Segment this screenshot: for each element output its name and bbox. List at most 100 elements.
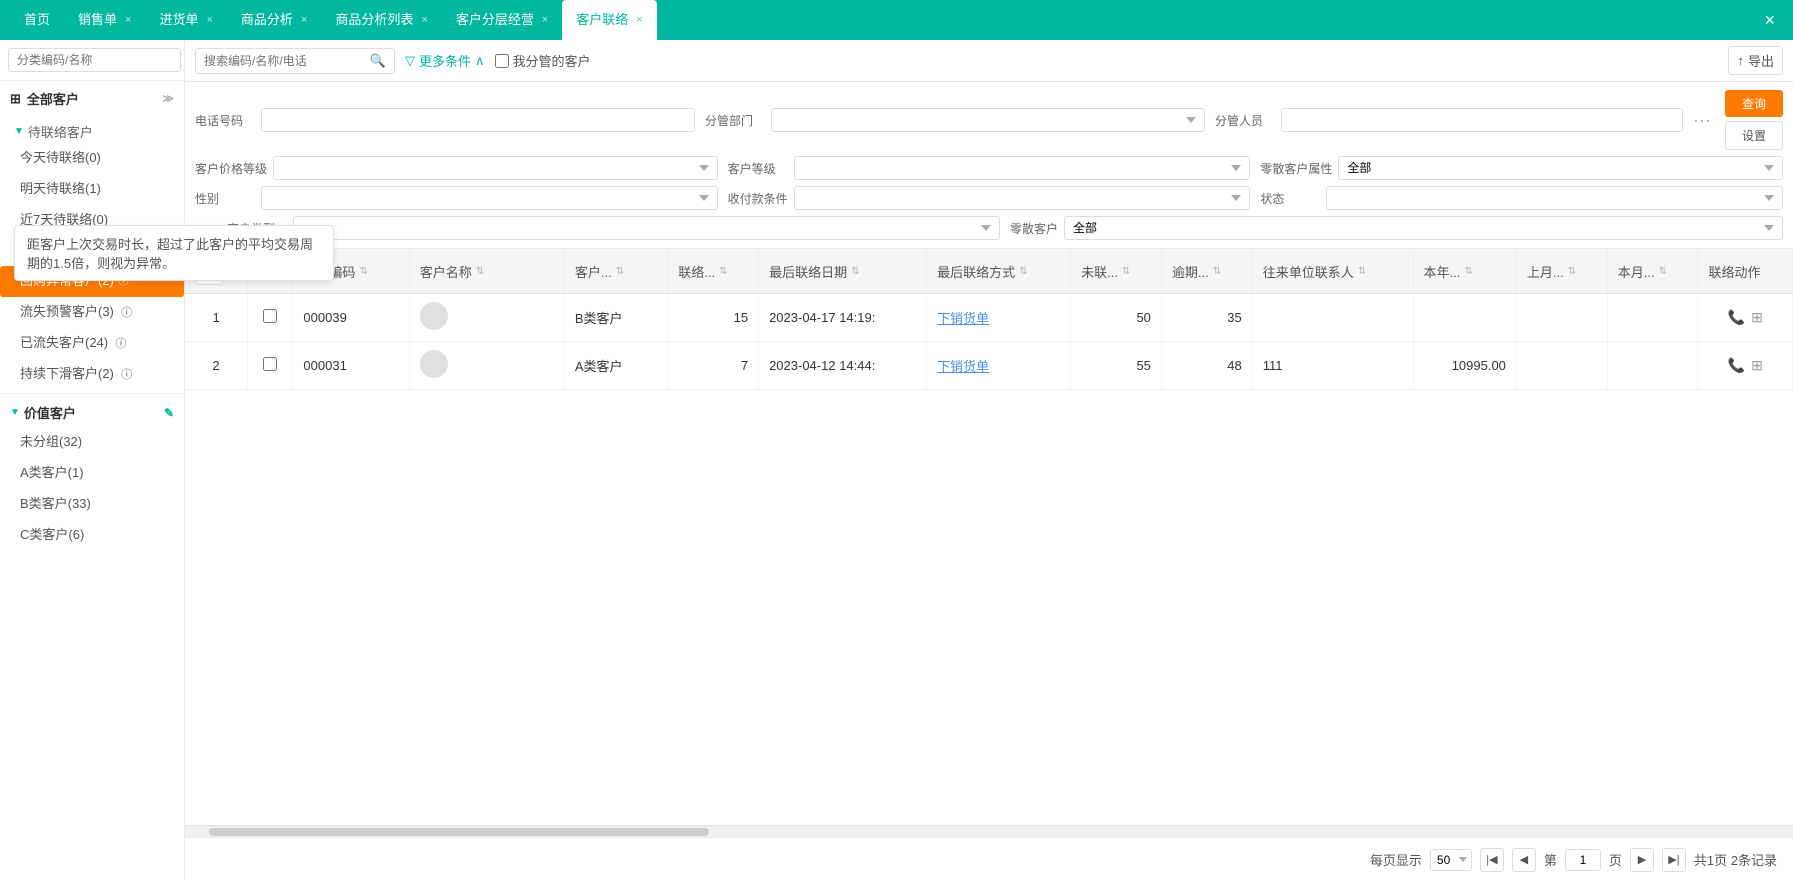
sidebar-item-losing[interactable]: 流失预警客户(3) ⓘ <box>0 297 184 328</box>
sidebar-item-declining-label: 持续下滑客户(2) <box>20 366 114 381</box>
tooltip-box: 距客户上次交易时长，超过了此客户的平均交易周期的1.5倍，则视为异常。 <box>14 225 334 281</box>
action-phone-icon-2[interactable]: 📞 <box>1728 357 1745 374</box>
nav-sales[interactable]: 销售单 × <box>64 0 145 40</box>
th-this-year-sort[interactable]: 本年... ⇅ <box>1424 262 1506 281</box>
row-checkbox-2[interactable] <box>263 357 277 371</box>
close-all-tabs-button[interactable]: × <box>1756 10 1783 31</box>
nav-product-analysis-list-label: 商品分析列表 <box>335 0 413 40</box>
waiting-contact-group[interactable]: ▼ 待联络客户 <box>0 116 184 143</box>
nav-purchase-close[interactable]: × <box>206 0 212 40</box>
sidebar-item-lost-label: 已流失客户(24) <box>20 335 108 350</box>
sidebar-item-c-class-label: C类客户(6) <box>20 527 84 542</box>
filter-status-select[interactable] <box>1326 186 1783 210</box>
page-number-input[interactable] <box>1565 849 1601 871</box>
sidebar-divider <box>0 393 184 394</box>
page-label: 第 <box>1544 850 1557 869</box>
cell-this-year-1 <box>1413 294 1516 342</box>
sidebar-item-a-class[interactable]: A类客户(1) <box>0 458 184 489</box>
nav-product-analysis-list-close[interactable]: × <box>421 0 427 40</box>
export-button[interactable]: ↑ 导出 <box>1728 46 1783 75</box>
query-button[interactable]: 查询 <box>1725 90 1783 117</box>
th-action: 联络动作 <box>1698 249 1793 294</box>
all-customers-header[interactable]: ⊞ 全部客户 ≫ <box>0 81 184 116</box>
filter-price-level-select[interactable] <box>273 156 718 180</box>
filter-dept-label: 分管部门 <box>705 112 765 129</box>
my-customers-checkbox[interactable] <box>495 54 509 68</box>
row-checkbox-1[interactable] <box>263 309 277 323</box>
sidebar-item-b-class[interactable]: B类客户(33) <box>0 489 184 520</box>
search-input[interactable] <box>204 54 364 68</box>
my-customers-label: 我分管的客户 <box>513 51 591 70</box>
row-last-way-2[interactable]: 下销货单 <box>937 359 989 374</box>
sidebar-item-tomorrow[interactable]: 明天待联络(1) <box>0 174 184 205</box>
th-type-sort[interactable]: 客户... ⇅ <box>575 262 657 281</box>
filter-gender-select[interactable] <box>261 186 718 210</box>
search-icon[interactable]: 🔍 <box>370 53 386 69</box>
row-this-year-2: 10995.00 <box>1452 358 1506 373</box>
nav-customer-contact[interactable]: 客户联络 × <box>562 0 656 40</box>
sidebar-item-declining[interactable]: 持续下滑客户(2) ⓘ <box>0 359 184 390</box>
lost-info-icon: ⓘ <box>115 338 126 350</box>
search-box: 🔍 <box>195 48 395 74</box>
sidebar-item-ungroup[interactable]: 未分组(32) <box>0 427 184 458</box>
filter-payment-select[interactable] <box>794 186 1251 210</box>
last-page-button[interactable]: ▶| <box>1662 848 1686 872</box>
row-actions-1: 📞 ⊞ <box>1708 309 1782 326</box>
person-more-icon[interactable]: ··· <box>1689 110 1715 131</box>
nav-product-analysis-close[interactable]: × <box>301 0 307 40</box>
nav-home[interactable]: 首页 <box>10 0 64 40</box>
filter-bar: 🔍 ▽ 更多条件 ∧ 我分管的客户 ↑ 导出 <box>185 40 1793 82</box>
settings-button[interactable]: 设置 <box>1725 121 1783 150</box>
per-page-select[interactable]: 50 <box>1430 849 1472 871</box>
filter-retail-attr-select[interactable]: 全部 <box>1338 156 1783 180</box>
filter-person-input[interactable] <box>1281 108 1683 132</box>
more-conditions-button[interactable]: ▽ 更多条件 ∧ <box>405 51 485 70</box>
filter-customer-type-select[interactable] <box>293 216 1000 240</box>
value-group-edit-icon[interactable]: ✎ <box>164 406 174 420</box>
th-last-date-sort[interactable]: 最后联络日期 ⇅ <box>769 262 916 281</box>
action-phone-icon-1[interactable]: 📞 <box>1728 309 1745 326</box>
first-page-button[interactable]: |◀ <box>1480 848 1504 872</box>
nav-customer-segment[interactable]: 客户分层经营 × <box>442 0 562 40</box>
sidebar-item-today[interactable]: 今天待联络(0) <box>0 143 184 174</box>
sidebar-search-input[interactable] <box>8 48 181 72</box>
th-last-month-sort[interactable]: 上月... ⇅ <box>1527 262 1597 281</box>
filter-retail-attr-label: 零散客户属性 <box>1260 160 1332 177</box>
cell-last-way-1: 下销货单 <box>927 294 1071 342</box>
th-unpaid-sort[interactable]: 未联... ⇅ <box>1081 262 1151 281</box>
action-more-icon-2[interactable]: ⊞ <box>1751 357 1763 374</box>
filter-phone-input[interactable] <box>261 108 695 132</box>
sidebar-item-c-class[interactable]: C类客户(6) <box>0 520 184 551</box>
value-customer-group[interactable]: ▼ 价值客户 ✎ <box>0 398 184 427</box>
customer-table: ⚙ 客户编码 ⇅ 客户名称 <box>185 249 1793 390</box>
nav-sales-close[interactable]: × <box>125 0 131 40</box>
th-name-sort[interactable]: 客户名称 ⇅ <box>420 262 554 281</box>
sidebar-item-lost[interactable]: 已流失客户(24) ⓘ <box>0 328 184 359</box>
th-last-way-sort[interactable]: 最后联络方式 ⇅ <box>937 262 1060 281</box>
sidebar-collapse-icon[interactable]: ≫ <box>162 92 174 105</box>
nav-product-analysis[interactable]: 商品分析 × <box>227 0 321 40</box>
th-this-month-sort[interactable]: 本月... ⇅ <box>1618 262 1688 281</box>
nav-customer-segment-close[interactable]: × <box>542 0 548 40</box>
th-overdue-sort[interactable]: 逾期... ⇅ <box>1172 262 1242 281</box>
sort-icon-unpaid: ⇅ <box>1122 266 1130 277</box>
filter-dept-select[interactable] <box>771 108 1205 132</box>
nav-purchase[interactable]: 进货单 × <box>145 0 226 40</box>
prev-page-button[interactable]: ◀ <box>1512 848 1536 872</box>
nav-product-analysis-list[interactable]: 商品分析列表 × <box>321 0 441 40</box>
row-last-way-1[interactable]: 下销货单 <box>937 311 989 326</box>
horizontal-scrollbar[interactable] <box>185 825 1793 837</box>
nav-customer-contact-close[interactable]: × <box>636 0 642 40</box>
action-more-icon-1[interactable]: ⊞ <box>1751 309 1763 326</box>
filter-customer-level-select[interactable] <box>794 156 1251 180</box>
sort-icon-contacts: ⇅ <box>719 266 727 277</box>
th-unit-contact-sort[interactable]: 往来单位联系人 ⇅ <box>1263 262 1403 281</box>
cell-index-1: 1 <box>185 294 248 342</box>
filter-retail-customer-select[interactable]: 全部 <box>1064 216 1783 240</box>
value-triangle-icon: ▼ <box>10 407 20 418</box>
scroll-thumb[interactable] <box>209 828 709 836</box>
next-page-button[interactable]: ▶ <box>1630 848 1654 872</box>
cell-this-month-2 <box>1607 342 1698 390</box>
sidebar-item-losing-label: 流失预警客户(3) <box>20 304 114 319</box>
th-contacts-sort[interactable]: 联络... ⇅ <box>678 262 748 281</box>
